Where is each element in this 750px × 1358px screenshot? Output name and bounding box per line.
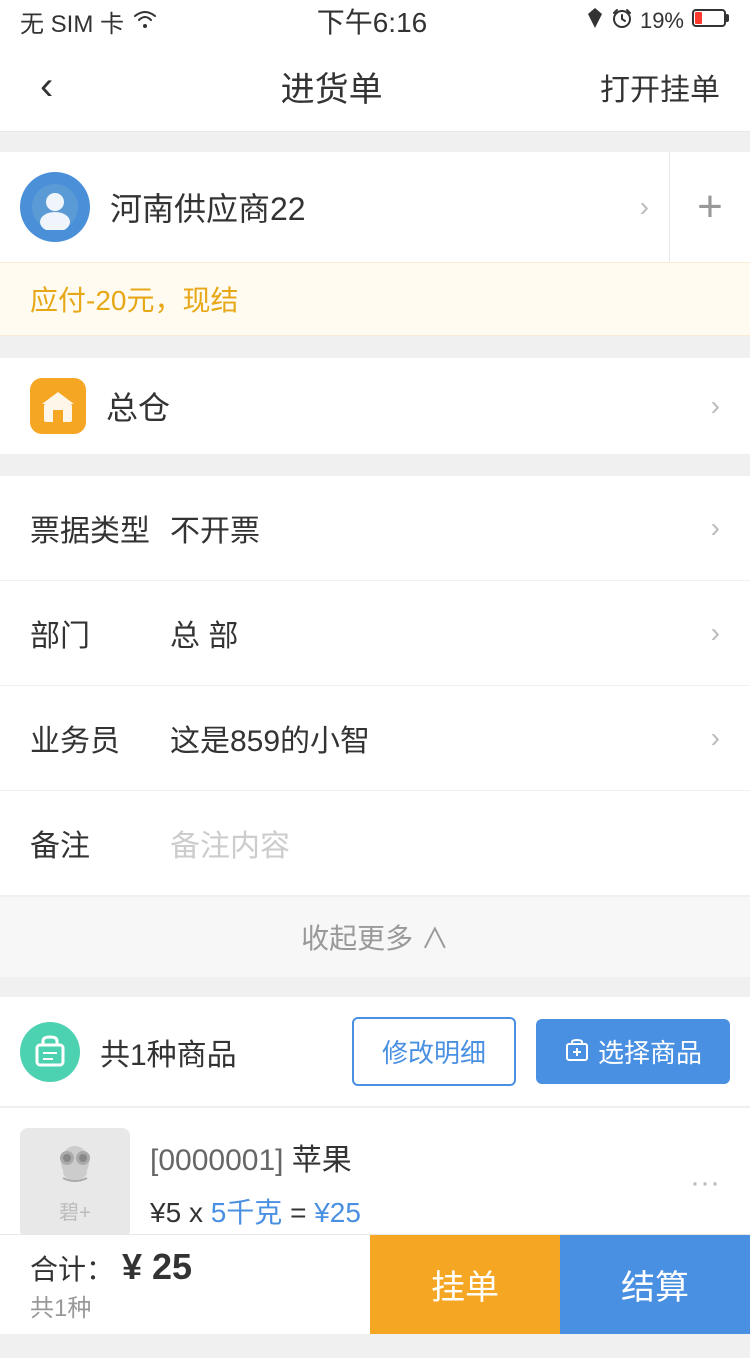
warehouse-chevron-icon: › (711, 390, 720, 422)
product-total: ¥25 (314, 1197, 361, 1228)
total-section: 合计： ¥ 25 共1种 (0, 1235, 370, 1334)
salesperson-label: 业务员 (30, 716, 160, 760)
warehouse-icon (30, 378, 86, 434)
battery-percent: 19% (640, 8, 684, 34)
supplier-avatar (20, 172, 90, 242)
location-icon (586, 8, 604, 34)
hang-button[interactable]: 挂单 (370, 1235, 560, 1334)
product-price-row: ¥5 x 5千克 = ¥25 (150, 1191, 660, 1231)
multiply-symbol: x (189, 1197, 211, 1228)
unit-price: ¥5 (150, 1197, 181, 1228)
remark-label: 备注 (30, 821, 160, 865)
status-time: 下午6:16 (317, 1, 428, 41)
salesperson-chevron-icon: › (711, 722, 720, 754)
back-button[interactable]: ‹ (30, 54, 63, 119)
alarm-icon (612, 8, 632, 34)
product-name: [0000001] 苹果 (150, 1135, 660, 1179)
open-hang-button[interactable]: 打开挂单 (600, 65, 720, 109)
total-sub-label: 共1种 (30, 1288, 340, 1323)
product-id: [0000001] (150, 1144, 292, 1177)
page-title: 进货单 (281, 62, 383, 111)
notice-bar: 应付-20元，现结 (0, 262, 750, 336)
invoice-row[interactable]: 票据类型 不开票 › (0, 476, 750, 581)
add-supplier-button[interactable]: + (670, 152, 750, 262)
warehouse-name: 总仓 (106, 383, 691, 429)
department-chevron-icon: › (711, 617, 720, 649)
section-gap-1 (0, 132, 750, 152)
select-product-button[interactable]: 选择商品 (536, 1019, 730, 1084)
equals-symbol: = (290, 1197, 314, 1228)
warehouse-section[interactable]: 总仓 › (0, 358, 750, 454)
invoice-chevron-icon: › (711, 512, 720, 544)
status-bar: 无 SIM 卡 下午6:16 19% (0, 0, 750, 42)
collapse-label: 收起更多 ∧ (301, 917, 449, 957)
wifi-icon (132, 7, 158, 35)
thumbnail-label: 碧+ (59, 1196, 91, 1225)
product-more-button[interactable]: ··· (680, 1156, 730, 1210)
total-amount: ¥ 25 (122, 1246, 192, 1288)
checkout-button[interactable]: 结算 (560, 1235, 750, 1334)
bottom-toolbar: 合计： ¥ 25 共1种 挂单 结算 (0, 1234, 750, 1334)
product-section-icon (20, 1022, 80, 1082)
invoice-value: 不开票 (160, 506, 711, 550)
total-row: 合计： ¥ 25 (30, 1246, 340, 1288)
edit-detail-button[interactable]: 修改明细 (352, 1017, 516, 1086)
department-value: 总 部 (160, 611, 711, 655)
supplier-section: 河南供应商22 › + (0, 152, 750, 262)
remark-row[interactable]: 备注 备注内容 (0, 791, 750, 895)
product-info: [0000001] 苹果 ¥5 x 5千克 = ¥25 (150, 1135, 660, 1231)
supplier-chevron-icon: › (640, 191, 649, 223)
status-left: 无 SIM 卡 (20, 4, 158, 39)
status-right: 19% (586, 8, 730, 34)
battery-icon (692, 8, 730, 34)
supplier-selector[interactable]: 河南供应商22 › (0, 152, 670, 262)
product-count-label: 共1种商品 (100, 1030, 332, 1074)
quantity: 5千克 (211, 1197, 283, 1228)
salesperson-value: 这是859的小智 (160, 716, 711, 760)
product-thumbnail: 碧+ (20, 1128, 130, 1238)
supplier-name: 河南供应商22 (110, 184, 620, 230)
invoice-label: 票据类型 (30, 506, 160, 550)
notice-text: 应付-20元，现结 (30, 285, 238, 316)
department-label: 部门 (30, 611, 160, 655)
salesperson-row[interactable]: 业务员 这是859的小智 › (0, 686, 750, 791)
section-gap-2 (0, 336, 750, 356)
section-gap-3 (0, 454, 750, 474)
collapse-button[interactable]: 收起更多 ∧ (0, 897, 750, 977)
department-row[interactable]: 部门 总 部 › (0, 581, 750, 686)
select-product-label: 选择商品 (598, 1033, 702, 1070)
form-section: 票据类型 不开票 › 部门 总 部 › 业务员 这是859的小智 › 备注 备注… (0, 476, 750, 895)
product-title: 苹果 (292, 1144, 352, 1177)
remark-placeholder: 备注内容 (160, 821, 720, 865)
nav-bar: ‹ 进货单 打开挂单 (0, 42, 750, 132)
total-label-text: 合计： (30, 1248, 114, 1288)
product-header: 共1种商品 修改明细 选择商品 (0, 997, 750, 1106)
sim-label: 无 SIM 卡 (20, 4, 124, 39)
